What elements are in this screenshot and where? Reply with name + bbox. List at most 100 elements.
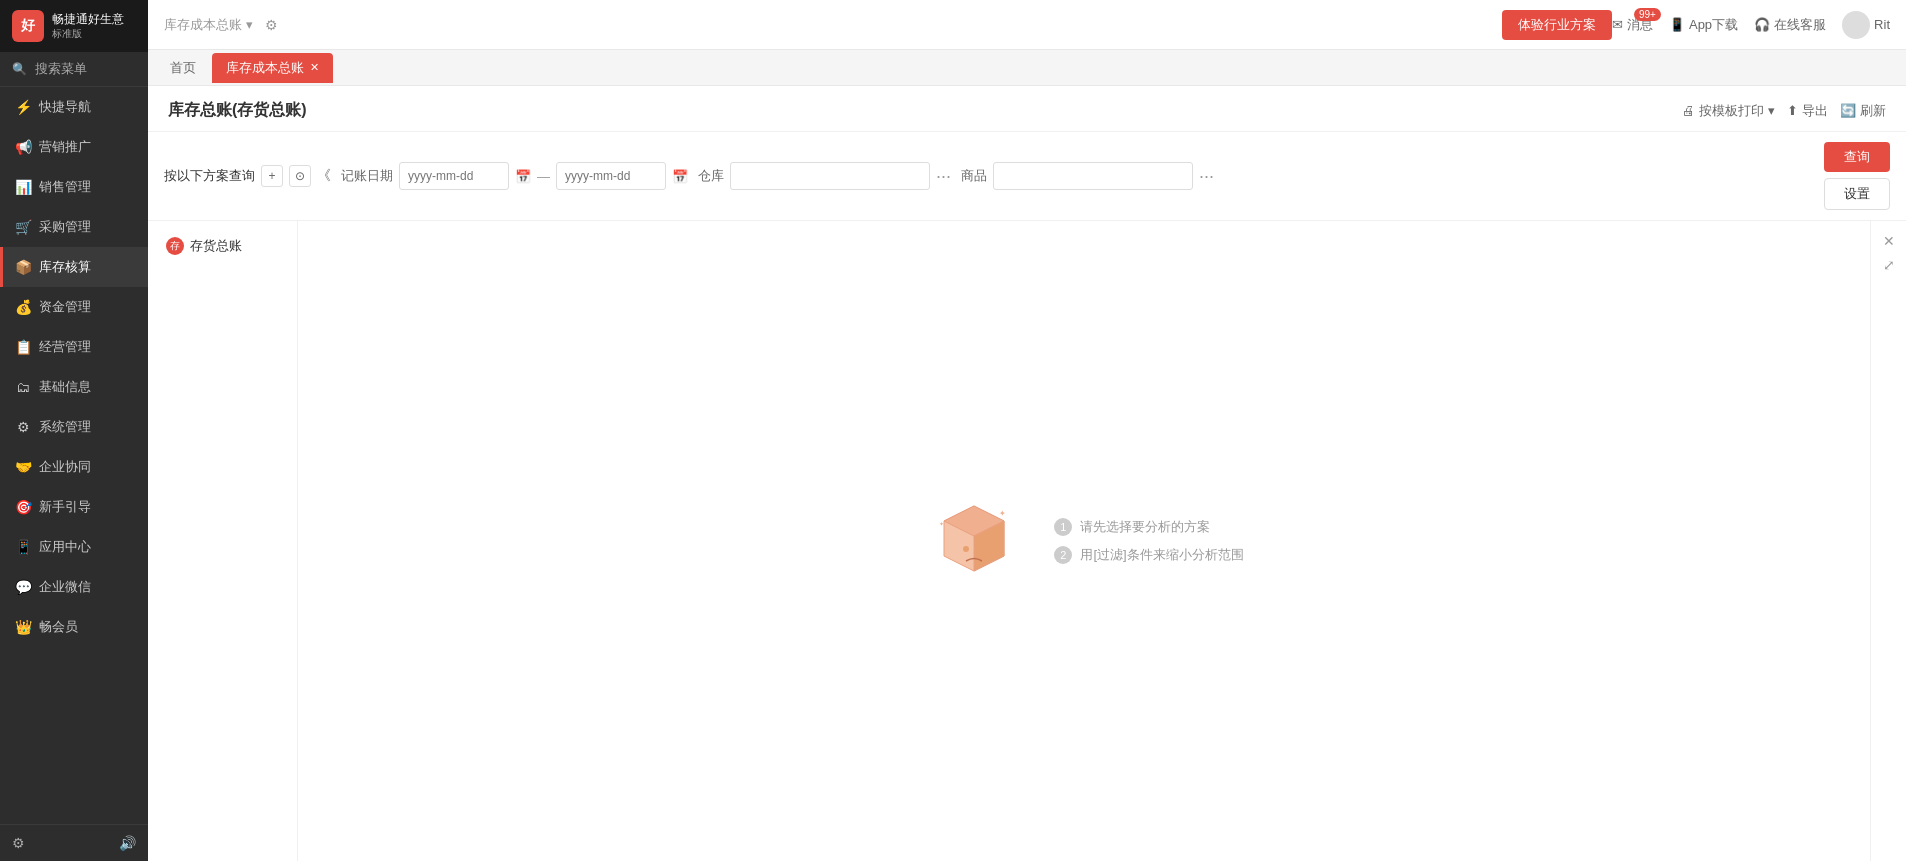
date-label: 记账日期 [341, 167, 393, 185]
svg-text:✦: ✦ [939, 521, 944, 527]
refresh-icon: 🔄 [1840, 103, 1856, 118]
date-start-input[interactable] [399, 162, 509, 190]
empty-text: 1 请先选择要分析的方案 2 用[过滤]条件来缩小分析范围 [1054, 518, 1243, 564]
tab-inventory-ledger[interactable]: 库存成本总账 ✕ [212, 53, 333, 83]
sidebar-item-marketing[interactable]: 📢 营销推广 [0, 127, 148, 167]
empty-step2: 2 用[过滤]条件来缩小分析范围 [1054, 546, 1243, 564]
sidebar: 好 畅捷通好生意 标准版 🔍 搜索菜单 ⚡ 快捷导航 📢 营销推广 📊 销售管理… [0, 0, 148, 861]
right-panel: ✕ ⤢ [1870, 221, 1906, 861]
sidebar-item-wechat[interactable]: 💬 企业微信 [0, 567, 148, 607]
print-dropdown-icon[interactable]: ▾ [1768, 103, 1775, 118]
calendar-start-icon[interactable]: 📅 [515, 169, 531, 184]
page-header-actions: 🖨 按模板打印 ▾ ⬆ 导出 🔄 刷新 [1682, 102, 1886, 120]
tabbar: 首页 库存成本总账 ✕ [148, 50, 1906, 86]
search-icon: 🔍 [12, 62, 27, 76]
sidebar-item-system[interactable]: ⚙ 系统管理 [0, 407, 148, 447]
scheme-sidebar: 存 存货总账 [148, 221, 298, 861]
page-header: 库存总账(存货总账) 🖨 按模板打印 ▾ ⬆ 导出 🔄 刷新 [148, 86, 1906, 132]
empty-illustration: ✦ ✦ [924, 491, 1024, 591]
svg-point-4 [979, 546, 985, 552]
sidebar-logo: 好 畅捷通好生意 标准版 [0, 0, 148, 52]
sidebar-item-quick-nav[interactable]: ⚡ 快捷导航 [0, 87, 148, 127]
warehouse-input[interactable] [730, 162, 930, 190]
sidebar-item-guide[interactable]: 🎯 新手引导 [0, 487, 148, 527]
marketing-icon: 📢 [15, 139, 31, 155]
sidebar-item-member[interactable]: 👑 畅会员 [0, 607, 148, 647]
message-icon: ✉ [1612, 17, 1623, 32]
add-icon: + [268, 169, 275, 183]
sidebar-item-sales[interactable]: 📊 销售管理 [0, 167, 148, 207]
warehouse-label: 仓库 [698, 167, 724, 185]
scheme-item-inventory[interactable]: 存 存货总账 [158, 231, 287, 261]
app-download-btn[interactable]: 📱 App下载 [1669, 16, 1738, 34]
industry-btn[interactable]: 体验行业方案 [1502, 10, 1612, 40]
basic-info-icon: 🗂 [15, 379, 31, 395]
tab-close-icon[interactable]: ✕ [310, 61, 319, 74]
product-more-icon[interactable]: ··· [1199, 167, 1214, 185]
scheme-icon: ⊙ [295, 169, 305, 183]
quick-nav-icon: ⚡ [15, 99, 31, 115]
topbar-settings-icon[interactable]: ⚙ [265, 17, 278, 33]
calendar-end-icon[interactable]: 📅 [672, 169, 688, 184]
refresh-btn[interactable]: 🔄 刷新 [1840, 102, 1886, 120]
sidebar-item-enterprise[interactable]: 🤝 企业协同 [0, 447, 148, 487]
breadcrumb: 库存成本总账 ▾ ⚙ [164, 16, 1490, 34]
svg-text:✦: ✦ [999, 509, 1006, 518]
purchase-icon: 🛒 [15, 219, 31, 235]
operation-icon: 📋 [15, 339, 31, 355]
wechat-icon: 💬 [15, 579, 31, 595]
content-area: 库存总账(存货总账) 🖨 按模板打印 ▾ ⬆ 导出 🔄 刷新 [148, 86, 1906, 861]
scheme-item-icon: 存 [166, 237, 184, 255]
sidebar-item-basic-info[interactable]: 🗂 基础信息 [0, 367, 148, 407]
guide-icon: 🎯 [15, 499, 31, 515]
message-btn[interactable]: ✉ 消息 99+ [1612, 16, 1653, 34]
app-download-icon: 📱 [1669, 17, 1685, 32]
filter-scheme-btn[interactable]: ⊙ [289, 165, 311, 187]
system-icon: ⚙ [15, 419, 31, 435]
content-body: 存 存货总账 [148, 221, 1906, 861]
sidebar-item-app-center[interactable]: 📱 应用中心 [0, 527, 148, 567]
app-logo-text: 畅捷通好生意 标准版 [52, 11, 124, 42]
online-support-btn[interactable]: 🎧 在线客服 [1754, 16, 1826, 34]
product-label: 商品 [961, 167, 987, 185]
page-title: 库存总账(存货总账) [168, 100, 307, 121]
product-input[interactable] [993, 162, 1193, 190]
sidebar-item-finance[interactable]: 💰 资金管理 [0, 287, 148, 327]
empty-step1: 1 请先选择要分析的方案 [1054, 518, 1243, 536]
filter-label: 按以下方案查询 [164, 167, 255, 185]
sidebar-item-purchase[interactable]: 🛒 采购管理 [0, 207, 148, 247]
sidebar-search[interactable]: 🔍 搜索菜单 [0, 52, 148, 87]
query-btn[interactable]: 查询 [1824, 142, 1890, 172]
sidebar-item-inventory[interactable]: 📦 库存核算 [0, 247, 148, 287]
enterprise-icon: 🤝 [15, 459, 31, 475]
main-area: 库存成本总账 ▾ ⚙ 体验行业方案 ✉ 消息 99+ 📱 App下载 🎧 在线客… [148, 0, 1906, 861]
app-logo-icon: 好 [12, 10, 44, 42]
warehouse-more-icon[interactable]: ··· [936, 167, 951, 185]
sidebar-footer: ⚙ 🔊 [0, 824, 148, 861]
collapse-icon[interactable]: 《 [317, 167, 331, 185]
add-filter-btn[interactable]: + [261, 165, 283, 187]
filter-area: 按以下方案查询 + ⊙ 《 记账日期 📅 — 📅 仓库 · [148, 132, 1906, 221]
footer-settings-icon[interactable]: ⚙ [12, 835, 25, 851]
headset-icon: 🎧 [1754, 17, 1770, 32]
sales-icon: 📊 [15, 179, 31, 195]
member-icon: 👑 [15, 619, 31, 635]
print-btn[interactable]: 🖨 按模板打印 ▾ [1682, 102, 1775, 120]
tab-home[interactable]: 首页 [156, 53, 210, 83]
empty-state-inner: ✦ ✦ 1 请先选择要分析的方案 2 用[过滤]条件来缩小分析范围 [924, 491, 1243, 591]
topbar: 库存成本总账 ▾ ⚙ 体验行业方案 ✉ 消息 99+ 📱 App下载 🎧 在线客… [148, 0, 1906, 50]
footer-audio-icon[interactable]: 🔊 [119, 835, 136, 851]
export-btn[interactable]: ⬆ 导出 [1787, 102, 1828, 120]
expand-panel-icon[interactable]: ⤢ [1883, 257, 1895, 273]
avatar [1842, 11, 1870, 39]
breadcrumb-dropdown-icon[interactable]: ▾ [246, 17, 253, 32]
print-icon: 🖨 [1682, 103, 1695, 118]
user-avatar-area[interactable]: Rit [1842, 11, 1890, 39]
sidebar-menu: ⚡ 快捷导航 📢 营销推广 📊 销售管理 🛒 采购管理 📦 库存核算 💰 资金管… [0, 87, 148, 824]
date-end-input[interactable] [556, 162, 666, 190]
sidebar-item-operation[interactable]: 📋 经营管理 [0, 327, 148, 367]
close-panel-icon[interactable]: ✕ [1883, 233, 1895, 249]
settings-btn[interactable]: 设置 [1824, 178, 1890, 210]
topbar-right: ✉ 消息 99+ 📱 App下载 🎧 在线客服 Rit [1612, 11, 1890, 39]
export-icon: ⬆ [1787, 103, 1798, 118]
